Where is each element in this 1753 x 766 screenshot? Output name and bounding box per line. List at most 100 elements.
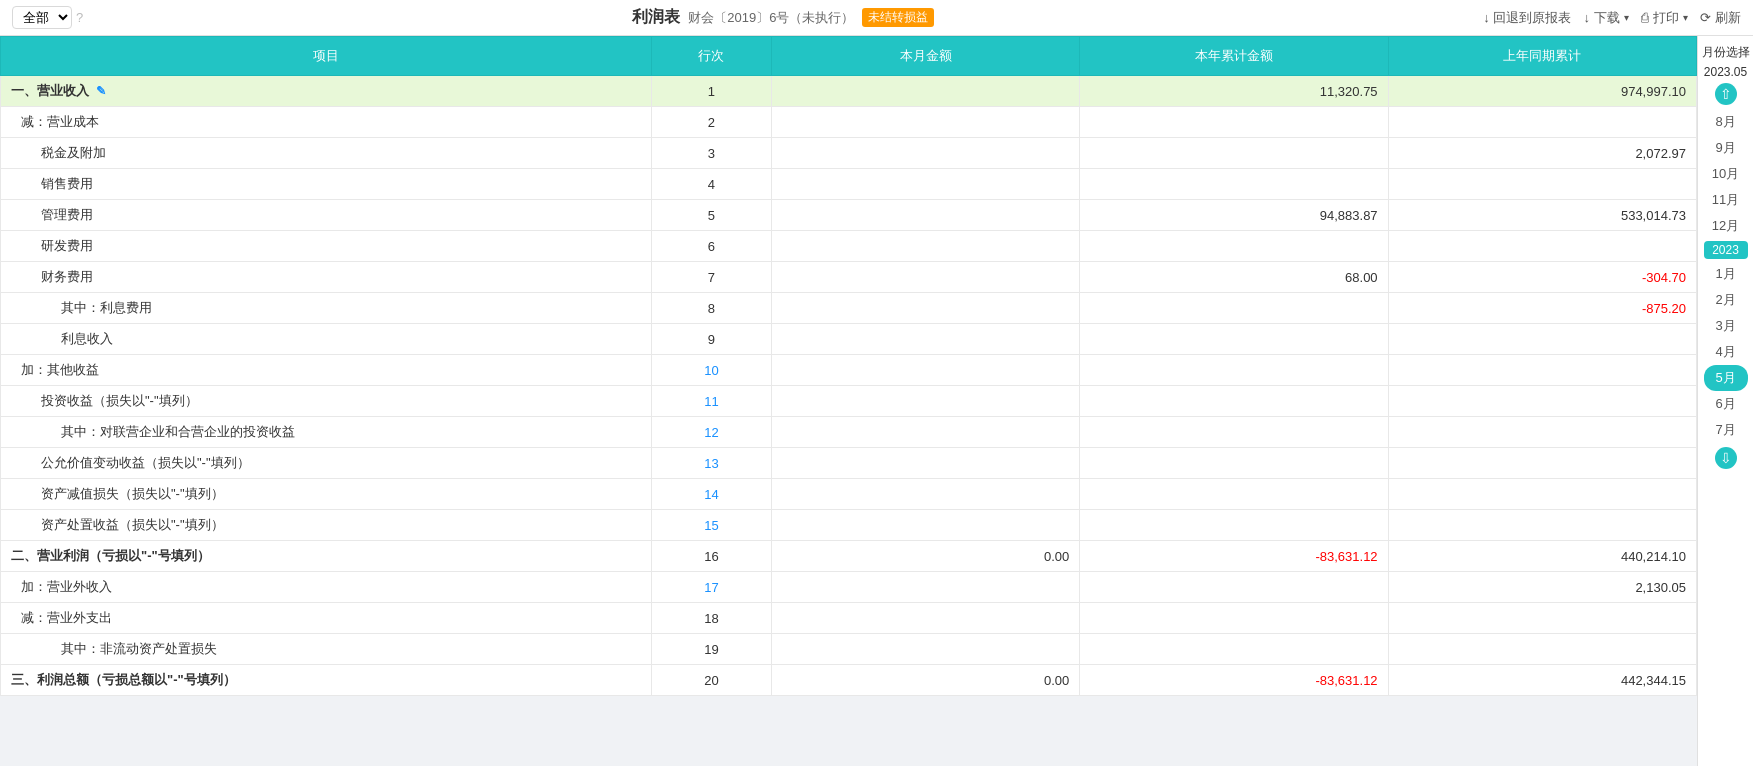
cell-prev (1388, 355, 1696, 386)
item-label: 资产处置收益（损失以"-"填列） (41, 517, 224, 532)
cell-rownum: 16 (652, 541, 772, 572)
cell-rownum: 10 (652, 355, 772, 386)
item-label: 一、营业收入 (11, 83, 89, 98)
cell-year (1080, 107, 1388, 138)
cell-month (771, 107, 1079, 138)
month-item[interactable]: 9月 (1704, 135, 1748, 161)
month-item[interactable]: 3月 (1704, 313, 1748, 339)
table-row: 加：营业外收入172,130.05 (1, 572, 1697, 603)
cell-year (1080, 417, 1388, 448)
item-label: 资产减值损失（损失以"-"填列） (41, 486, 224, 501)
table-row: 管理费用594,883.87533,014.73 (1, 200, 1697, 231)
scope-select-wrap[interactable]: 全部 ? (12, 6, 83, 29)
item-label: 财务费用 (41, 269, 93, 284)
month-item[interactable]: 1月 (1704, 261, 1748, 287)
cell-rownum: 11 (652, 386, 772, 417)
download-btn[interactable]: ↓ ↓ 下载 下载 ▾ (1583, 9, 1629, 27)
cell-year: 94,883.87 (1080, 200, 1388, 231)
cell-year: -83,631.12 (1080, 665, 1388, 696)
scope-select[interactable]: 全部 (12, 6, 72, 29)
cell-month (771, 262, 1079, 293)
cell-year (1080, 448, 1388, 479)
cell-name: 税金及附加 (1, 138, 652, 169)
header-year: 本年累计金额 (1080, 37, 1388, 76)
cell-rownum: 15 (652, 510, 772, 541)
cell-rownum: 17 (652, 572, 772, 603)
item-label: 加：其他收益 (21, 362, 99, 377)
back-btn[interactable]: ↓ 回退到原报表 (1483, 9, 1571, 27)
cell-prev (1388, 231, 1696, 262)
cell-year (1080, 634, 1388, 665)
cell-year (1080, 603, 1388, 634)
cell-rownum: 3 (652, 138, 772, 169)
table-row: 利息收入9 (1, 324, 1697, 355)
cell-rownum: 14 (652, 479, 772, 510)
item-label: 减：营业外支出 (21, 610, 112, 625)
cell-year (1080, 138, 1388, 169)
cell-prev (1388, 634, 1696, 665)
table-row: 资产处置收益（损失以"-"填列） 15 (1, 510, 1697, 541)
help-icon[interactable]: ? (76, 10, 83, 25)
cell-name: 公允价值变动收益（损失以"-"填列） (1, 448, 652, 479)
cell-name: 其中：利息费用 (1, 293, 652, 324)
table-row: 公允价值变动收益（损失以"-"填列）13 (1, 448, 1697, 479)
cell-prev (1388, 448, 1696, 479)
cell-month (771, 634, 1079, 665)
cell-name: 减：营业成本 (1, 107, 652, 138)
header-month: 本月金额 (771, 37, 1079, 76)
cell-prev (1388, 324, 1696, 355)
top-bar-center: 利润表 财会〔2019〕6号（未执行） 未结转损益 (632, 7, 934, 28)
header-name: 项目 (1, 37, 652, 76)
cell-rownum: 9 (652, 324, 772, 355)
month-item[interactable]: 8月 (1704, 109, 1748, 135)
print-btn[interactable]: ⎙ 打印 ▾ (1641, 9, 1688, 27)
cell-rownum: 7 (652, 262, 772, 293)
cell-prev: 442,344.15 (1388, 665, 1696, 696)
cell-month (771, 76, 1079, 107)
cell-month (771, 448, 1079, 479)
item-label: 其中：利息费用 (61, 300, 152, 315)
month-item[interactable]: 12月 (1704, 213, 1748, 239)
refresh-btn[interactable]: ⟳ 刷新 (1700, 9, 1741, 27)
cell-rownum: 19 (652, 634, 772, 665)
cell-year (1080, 355, 1388, 386)
month-item[interactable]: 11月 (1704, 187, 1748, 213)
month-item[interactable]: 10月 (1704, 161, 1748, 187)
cell-month (771, 510, 1079, 541)
sidebar-year-label: 2023.05 (1704, 65, 1747, 79)
item-label: 研发费用 (41, 238, 93, 253)
cell-name: 管理费用 (1, 200, 652, 231)
month-nav-up-btn[interactable]: ⇧ (1715, 83, 1737, 105)
cell-year (1080, 293, 1388, 324)
cell-rownum: 5 (652, 200, 772, 231)
cell-name: 研发费用 (1, 231, 652, 262)
month-item[interactable]: 2023 (1704, 241, 1748, 259)
table-header-row: 项目 行次 本月金额 本年累计金额 上年同期累计 (1, 37, 1697, 76)
edit-icon[interactable]: ✎ (93, 84, 106, 98)
sidebar-title: 月份选择 (1702, 44, 1750, 61)
table-row: 资产减值损失（损失以"-"填列） 14 (1, 479, 1697, 510)
month-nav-down-btn[interactable]: ⇩ (1715, 447, 1737, 469)
cell-name: 二、营业利润（亏损以"-"号填列） (1, 541, 652, 572)
table-row: 三、利润总额（亏损总额以"-"号填列）200.00-83,631.12442,3… (1, 665, 1697, 696)
refresh-icon: ⟳ (1700, 10, 1711, 25)
cell-rownum: 20 (652, 665, 772, 696)
item-label: 销售费用 (41, 176, 93, 191)
top-bar-left: 全部 ? (12, 6, 83, 29)
header-rownum: 行次 (652, 37, 772, 76)
table-row: 其中：利息费用8-875.20 (1, 293, 1697, 324)
cell-prev (1388, 386, 1696, 417)
month-item[interactable]: 7月 (1704, 417, 1748, 443)
top-bar: 全部 ? 利润表 财会〔2019〕6号（未执行） 未结转损益 ↓ 回退到原报表 … (0, 0, 1753, 36)
cell-prev (1388, 479, 1696, 510)
cell-rownum: 2 (652, 107, 772, 138)
cell-name: 利息收入 (1, 324, 652, 355)
month-item[interactable]: 2月 (1704, 287, 1748, 313)
month-item[interactable]: 5月 (1704, 365, 1748, 391)
table-row: 二、营业利润（亏损以"-"号填列）160.00-83,631.12440,214… (1, 541, 1697, 572)
month-item[interactable]: 4月 (1704, 339, 1748, 365)
month-item[interactable]: 6月 (1704, 391, 1748, 417)
cell-prev (1388, 510, 1696, 541)
cell-name: 一、营业收入 ✎ (1, 76, 652, 107)
header-prev: 上年同期累计 (1388, 37, 1696, 76)
